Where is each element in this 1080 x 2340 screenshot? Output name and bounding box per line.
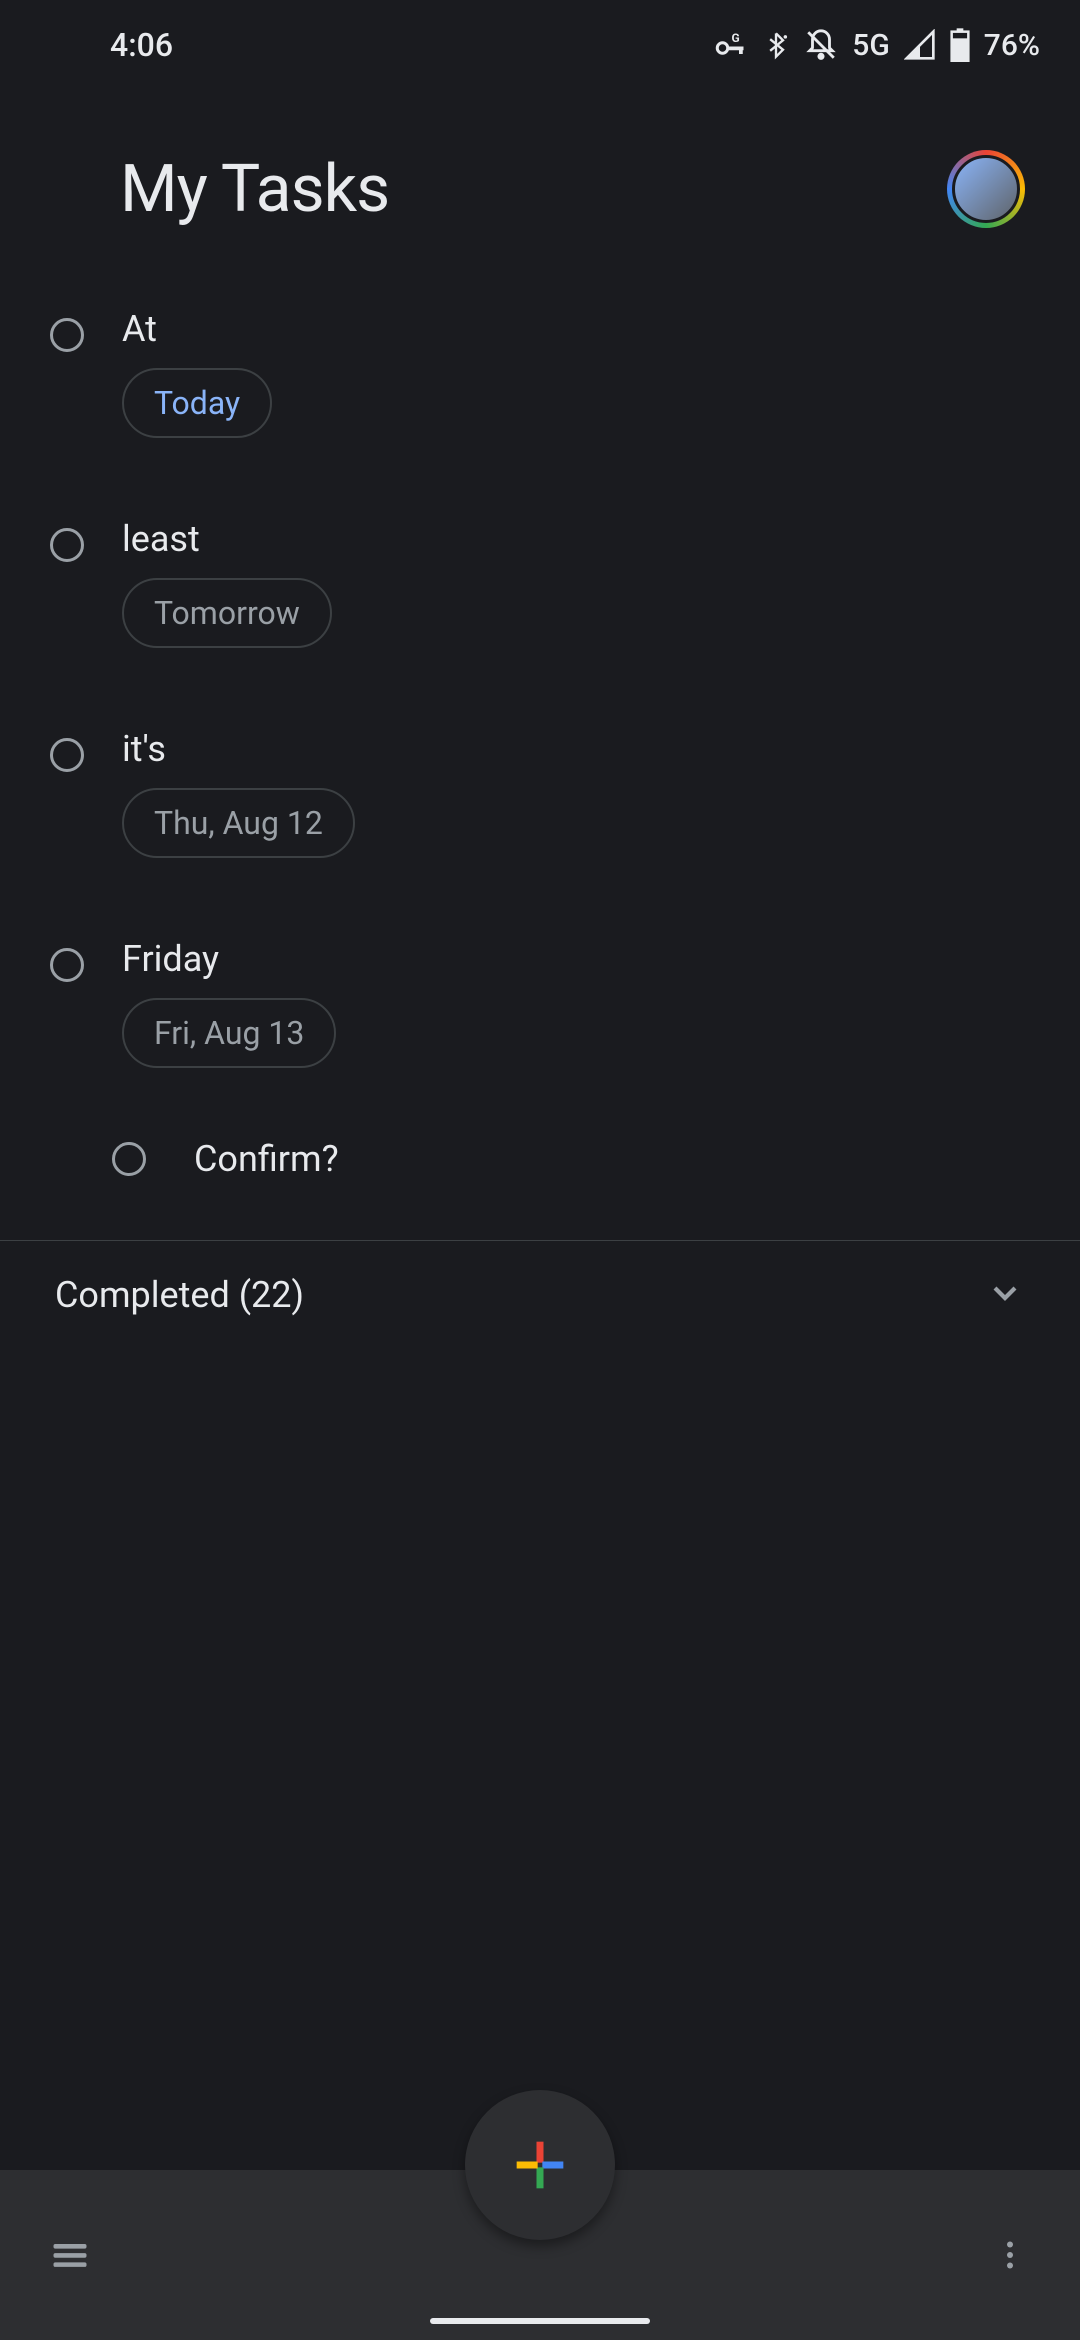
task-date-chip[interactable]: Tomorrow	[122, 578, 332, 648]
task-checkbox[interactable]	[50, 948, 84, 982]
task-checkbox[interactable]	[50, 738, 84, 772]
task-item[interactable]: At Today	[0, 288, 1080, 458]
task-title: At	[122, 308, 1030, 350]
completed-section[interactable]: Completed (22)	[0, 1241, 1080, 1349]
more-vert-icon	[992, 2237, 1028, 2273]
avatar[interactable]	[947, 150, 1025, 228]
svg-text:G: G	[732, 31, 740, 45]
signal-icon	[904, 29, 936, 61]
task-title: least	[122, 518, 1030, 560]
vpn-key-icon: G	[712, 27, 748, 63]
task-checkbox[interactable]	[50, 528, 84, 562]
battery-percent: 76%	[984, 28, 1040, 63]
task-checkbox[interactable]	[50, 318, 84, 352]
network-type: 5G	[852, 28, 890, 63]
task-date-chip[interactable]: Fri, Aug 13	[122, 998, 336, 1068]
nav-indicator	[430, 2318, 650, 2324]
plus-icon	[512, 2137, 568, 2193]
task-title: it's	[122, 728, 1030, 770]
task-checkbox[interactable]	[112, 1142, 146, 1176]
task-item[interactable]: it's Thu, Aug 12	[0, 708, 1080, 878]
task-list: At Today least Tomorrow it's Thu, Aug 12…	[0, 268, 1080, 1220]
header: My Tasks	[0, 90, 1080, 268]
more-button[interactable]	[980, 2225, 1040, 2285]
notification-off-icon	[804, 28, 838, 62]
task-item[interactable]: least Tomorrow	[0, 498, 1080, 668]
task-title: Friday	[122, 938, 1030, 980]
bluetooth-icon	[762, 29, 790, 61]
task-item[interactable]: Friday Fri, Aug 13	[0, 918, 1080, 1088]
status-icons: G 5G	[712, 27, 1040, 63]
subtask-item[interactable]: Confirm?	[0, 1118, 1080, 1200]
status-time: 4:06	[110, 26, 173, 64]
task-date-chip[interactable]: Today	[122, 368, 272, 438]
battery-icon	[950, 28, 970, 62]
completed-label: Completed (22)	[55, 1274, 304, 1316]
page-title: My Tasks	[120, 151, 389, 228]
subtask-title: Confirm?	[194, 1138, 339, 1180]
menu-button[interactable]	[40, 2225, 100, 2285]
status-bar: 4:06 G 5G	[0, 0, 1080, 90]
hamburger-icon	[48, 2233, 92, 2277]
chevron-down-icon	[985, 1273, 1025, 1317]
task-date-chip[interactable]: Thu, Aug 12	[122, 788, 355, 858]
add-task-button[interactable]	[465, 2090, 615, 2240]
